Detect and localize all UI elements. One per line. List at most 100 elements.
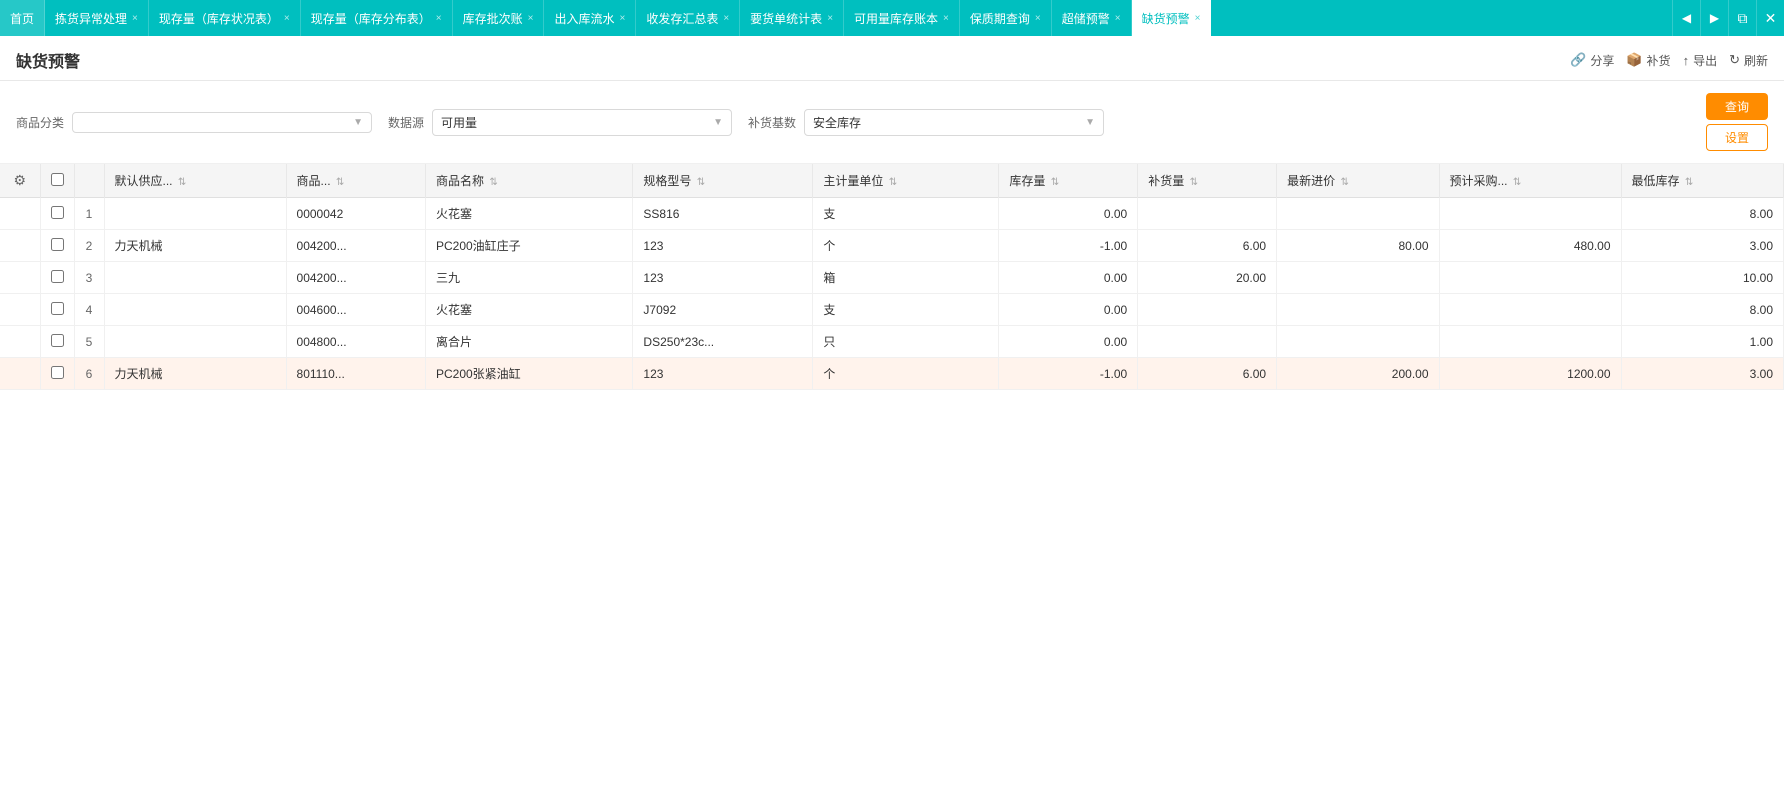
- row-checkbox-2[interactable]: [51, 270, 64, 283]
- row-product-code-cell: 004200...: [286, 230, 425, 262]
- row-gear-cell: [0, 262, 40, 294]
- row-check-cell[interactable]: [40, 230, 74, 262]
- stock-col-header[interactable]: 库存量 ⇅: [999, 164, 1138, 198]
- nav-tab-6[interactable]: 收发存汇总表 ×: [636, 0, 740, 36]
- nav-tab-2[interactable]: 现存量（库存状况表） ×: [149, 0, 301, 36]
- nav-tab-7[interactable]: 要货单统计表 ×: [740, 0, 844, 36]
- product-code-col-header[interactable]: 商品... ⇅: [286, 164, 425, 198]
- row-latest-price-cell: [1277, 294, 1439, 326]
- product-name-col-header[interactable]: 商品名称 ⇅: [425, 164, 632, 198]
- row-product-code-cell: 004800...: [286, 326, 425, 358]
- tab-close-btn-2[interactable]: ×: [284, 13, 290, 24]
- row-unit-cell: 只: [813, 326, 999, 358]
- table-row: 4 004600... 火花塞 J7092 支 0.00 8.00: [0, 294, 1784, 326]
- export-button[interactable]: ↑ 导出: [1683, 52, 1718, 69]
- nav-tab-0[interactable]: 首页: [0, 0, 45, 36]
- row-latest-price-cell: [1277, 262, 1439, 294]
- table-row: 2 力天机械 004200... PC200油缸庄子 123 个 -1.00 6…: [0, 230, 1784, 262]
- tab-close-btn-11[interactable]: ×: [1195, 13, 1201, 24]
- gear-col-header: ⚙: [0, 164, 40, 198]
- nav-tab-10[interactable]: 超储预警 ×: [1052, 0, 1132, 36]
- header-actions: 🔗 分享 📦 补货 ↑ 导出 ↻ 刷新: [1570, 52, 1768, 69]
- nav-tab-9[interactable]: 保质期查询 ×: [960, 0, 1052, 36]
- row-check-cell[interactable]: [40, 294, 74, 326]
- replenish-base-label: 补货基数: [748, 114, 796, 131]
- estimated-purchase-col-header[interactable]: 预计采购... ⇅: [1439, 164, 1621, 198]
- tab-close-btn-3[interactable]: ×: [436, 13, 442, 24]
- nav-prev-btn[interactable]: ◀: [1672, 0, 1700, 36]
- query-button[interactable]: 查询: [1706, 93, 1768, 120]
- nav-next-btn[interactable]: ▶: [1700, 0, 1728, 36]
- top-navigation: 首页拣货异常处理 ×现存量（库存状况表） ×现存量（库存分布表） ×库存批次账 …: [0, 0, 1784, 36]
- row-estimated-purchase-cell: [1439, 326, 1621, 358]
- row-min-stock-cell: 8.00: [1621, 294, 1783, 326]
- nav-tab-3[interactable]: 现存量（库存分布表） ×: [301, 0, 453, 36]
- replenish-col-header[interactable]: 补货量 ⇅: [1138, 164, 1277, 198]
- row-replenish-cell: 6.00: [1138, 358, 1277, 390]
- nav-close-btn[interactable]: ✕: [1756, 0, 1784, 36]
- datasource-value: 可用量: [441, 114, 477, 131]
- row-checkbox-1[interactable]: [51, 238, 64, 251]
- row-replenish-cell: [1138, 294, 1277, 326]
- row-checkbox-5[interactable]: [51, 366, 64, 379]
- row-supplier-cell: [104, 198, 286, 230]
- latest-price-col-header[interactable]: 最新进价 ⇅: [1277, 164, 1439, 198]
- row-check-cell[interactable]: [40, 198, 74, 230]
- nav-tab-1[interactable]: 拣货异常处理 ×: [45, 0, 149, 36]
- row-estimated-purchase-cell: [1439, 198, 1621, 230]
- row-stock-cell: 0.00: [999, 262, 1138, 294]
- tab-close-btn-5[interactable]: ×: [619, 13, 625, 24]
- min-stock-col-header[interactable]: 最低库存 ⇅: [1621, 164, 1783, 198]
- tab-close-btn-7[interactable]: ×: [827, 13, 833, 24]
- row-check-cell[interactable]: [40, 358, 74, 390]
- row-checkbox-0[interactable]: [51, 206, 64, 219]
- share-icon: 🔗: [1570, 52, 1586, 68]
- supplier-col-header[interactable]: 默认供应... ⇅: [104, 164, 286, 198]
- tab-close-btn-6[interactable]: ×: [723, 13, 729, 24]
- nav-tab-11[interactable]: 缺货预警 ×: [1132, 0, 1212, 36]
- datasource-select[interactable]: 可用量 ▼: [432, 109, 732, 136]
- nav-window-btn[interactable]: ⧉: [1728, 0, 1756, 36]
- table-row: 5 004800... 离合片 DS250*23c... 只 0.00 1.00: [0, 326, 1784, 358]
- row-min-stock-cell: 1.00: [1621, 326, 1783, 358]
- row-checkbox-4[interactable]: [51, 334, 64, 347]
- replenish-base-select[interactable]: 安全库存 ▼: [804, 109, 1104, 136]
- share-button[interactable]: 🔗 分享: [1570, 52, 1614, 69]
- row-check-cell[interactable]: [40, 262, 74, 294]
- settings-button[interactable]: 设置: [1706, 124, 1768, 151]
- row-min-stock-cell: 3.00: [1621, 230, 1783, 262]
- page-content: 缺货预警 🔗 分享 📦 补货 ↑ 导出 ↻ 刷新 商品分类: [0, 36, 1784, 796]
- row-unit-cell: 支: [813, 294, 999, 326]
- row-checkbox-3[interactable]: [51, 302, 64, 315]
- unit-col-header[interactable]: 主计量单位 ⇅: [813, 164, 999, 198]
- row-estimated-purchase-cell: 1200.00: [1439, 358, 1621, 390]
- tab-close-btn-8[interactable]: ×: [943, 13, 949, 24]
- page-title: 缺货预警: [16, 48, 1570, 72]
- tab-close-btn-10[interactable]: ×: [1115, 13, 1121, 24]
- nav-tab-4[interactable]: 库存批次账 ×: [453, 0, 545, 36]
- row-estimated-purchase-cell: [1439, 262, 1621, 294]
- spec-col-header[interactable]: 规格型号 ⇅: [633, 164, 813, 198]
- refresh-button[interactable]: ↻ 刷新: [1729, 52, 1768, 69]
- check-col-header: [40, 164, 74, 198]
- category-label: 商品分类: [16, 114, 64, 131]
- nav-tab-5[interactable]: 出入库流水 ×: [544, 0, 636, 36]
- row-min-stock-cell: 10.00: [1621, 262, 1783, 294]
- row-latest-price-cell: [1277, 198, 1439, 230]
- replenish-button[interactable]: 📦 补货: [1626, 52, 1670, 69]
- category-arrow-icon: ▼: [353, 117, 363, 128]
- estimated-purchase-sort-icon: ⇅: [1513, 177, 1521, 188]
- gear-icon[interactable]: ⚙: [13, 172, 26, 188]
- row-product-code-cell: 004600...: [286, 294, 425, 326]
- category-select[interactable]: ▼: [72, 112, 372, 133]
- row-replenish-cell: [1138, 198, 1277, 230]
- tab-close-btn-9[interactable]: ×: [1035, 13, 1041, 24]
- nav-tab-8[interactable]: 可用量库存账本 ×: [844, 0, 960, 36]
- row-gear-cell: [0, 326, 40, 358]
- select-all-checkbox[interactable]: [51, 173, 64, 186]
- row-check-cell[interactable]: [40, 326, 74, 358]
- row-gear-cell: [0, 198, 40, 230]
- tab-close-btn-1[interactable]: ×: [132, 13, 138, 24]
- row-min-stock-cell: 3.00: [1621, 358, 1783, 390]
- tab-close-btn-4[interactable]: ×: [528, 13, 534, 24]
